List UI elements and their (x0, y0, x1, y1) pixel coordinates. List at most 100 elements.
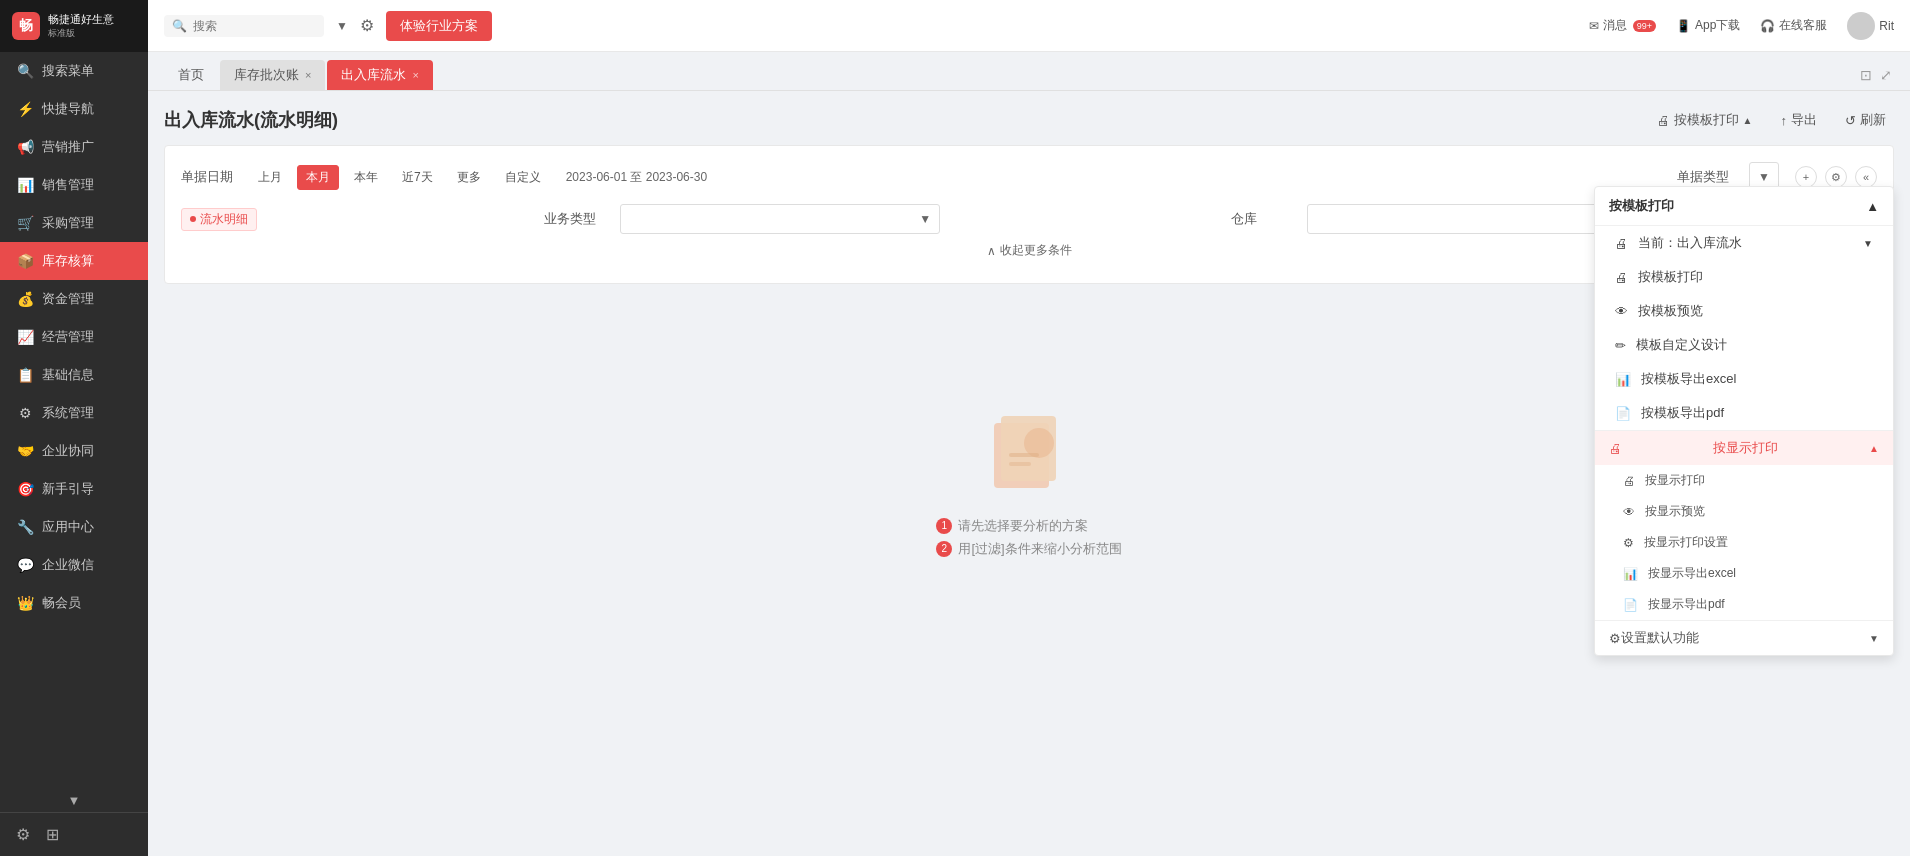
dp-default-func[interactable]: ⚙ 设置默认功能 ▼ (1595, 621, 1893, 655)
dp-template-pdf[interactable]: 📄 按模板导出pdf (1595, 396, 1893, 430)
sidebar-item-collab[interactable]: 🤝 企业协同 (0, 432, 148, 470)
filter-this-month[interactable]: 本月 (297, 165, 339, 190)
dp-header-title: 按模板打印 (1609, 197, 1674, 215)
sidebar-item-operation[interactable]: 📈 经营管理 (0, 318, 148, 356)
topbar-settings-icon[interactable]: ⚙ (360, 16, 374, 35)
filter-more[interactable]: 更多 (448, 165, 490, 190)
sidebar-item-apps[interactable]: 🔧 应用中心 (0, 508, 148, 546)
topbar: 🔍 ▼ ⚙ 体验行业方案 ✉ 消息 99+ 📱 App下载 🎧 在线客服 Rit (148, 0, 1910, 52)
dp-template-custom[interactable]: ✏ 模板自定义设计 (1595, 328, 1893, 362)
dp-template-print[interactable]: 🖨 按模板打印 (1595, 260, 1893, 294)
sidebar-item-basic[interactable]: 📋 基础信息 (0, 356, 148, 394)
dp-display-print-icon: 🖨 (1623, 474, 1635, 488)
sidebar-item-finance[interactable]: 💰 资金管理 (0, 280, 148, 318)
dp-template-excel[interactable]: 📊 按模板导出excel (1595, 362, 1893, 396)
sidebar-item-system[interactable]: ⚙ 系统管理 (0, 394, 148, 432)
warehouse-label: 仓库 (1231, 210, 1291, 228)
user-avatar-item[interactable]: Rit (1847, 12, 1894, 40)
app-download-icon: 📱 (1676, 19, 1691, 33)
dp-header: 按模板打印 ▲ (1595, 187, 1893, 226)
avatar (1847, 12, 1875, 40)
export-btn[interactable]: ↑ 导出 (1773, 107, 1826, 133)
dp-printer-icon: 🖨 (1615, 270, 1628, 285)
refresh-btn[interactable]: ↺ 刷新 (1837, 107, 1894, 133)
dp-display-print[interactable]: 🖨 按显示打印 (1595, 465, 1893, 496)
tab-batch-label: 库存批次账 (234, 66, 299, 84)
tag-label: 流水明细 (200, 211, 248, 228)
tab-flow-close[interactable]: × (412, 69, 418, 81)
biz-type-label: 业务类型 (544, 210, 604, 228)
dp-display-pdf-label: 按显示导出pdf (1648, 596, 1725, 613)
biz-type-select[interactable]: ▼ (620, 204, 940, 234)
tab-home-label: 首页 (178, 66, 204, 84)
dp-display-chevron: ▲ (1869, 443, 1879, 454)
sidebar-settings-icon[interactable]: ⚙ (16, 825, 30, 844)
topbar-dropdown-icon[interactable]: ▼ (336, 19, 348, 33)
finance-icon: 💰 (16, 291, 34, 307)
tab-flow[interactable]: 出入库流水 × (327, 60, 432, 90)
dp-display-preview-icon: 👁 (1623, 505, 1635, 519)
filter-this-year[interactable]: 本年 (345, 165, 387, 190)
sidebar-item-marketing[interactable]: 📢 营销推广 (0, 128, 148, 166)
add-filter-btn[interactable]: + (1795, 166, 1817, 188)
collab-icon: 🤝 (16, 443, 34, 459)
sidebar-label-search: 搜索菜单 (42, 62, 94, 80)
tab-maximize-icon[interactable]: ⤢ (1878, 65, 1894, 85)
dp-current-item[interactable]: 🖨 当前：出入库流水 ▼ (1595, 226, 1893, 260)
filter-custom[interactable]: 自定义 (496, 165, 550, 190)
message-label: 消息 (1603, 17, 1627, 34)
topbar-search-icon: 🔍 (172, 19, 187, 33)
sidebar-collapse-icon[interactable]: ⊞ (46, 825, 59, 844)
print-template-btn[interactable]: 🖨 按模板打印 ▲ (1649, 107, 1761, 133)
tab-batch-close[interactable]: × (305, 69, 311, 81)
sidebar-item-quicknav[interactable]: ⚡ 快捷导航 (0, 90, 148, 128)
warehouse-select[interactable]: ··· (1307, 204, 1627, 234)
filter-7days[interactable]: 近7天 (393, 165, 442, 190)
sidebar-item-guide[interactable]: 🎯 新手引导 (0, 470, 148, 508)
dp-display-section[interactable]: 🖨 按显示打印 ▲ (1595, 431, 1893, 465)
logo-name: 畅捷通好生意 (48, 12, 114, 26)
app-download-item[interactable]: 📱 App下载 (1676, 17, 1740, 34)
filter-last-month[interactable]: 上月 (249, 165, 291, 190)
sidebar-item-member[interactable]: 👑 畅会员 (0, 584, 148, 622)
flow-detail-tag[interactable]: 流水明细 (181, 208, 257, 231)
dp-display-preview[interactable]: 👁 按显示预览 (1595, 496, 1893, 527)
type-select-chevron: ▼ (1758, 170, 1770, 184)
tab-batch[interactable]: 库存批次账 × (220, 60, 325, 90)
sidebar-item-search[interactable]: 🔍 搜索菜单 (0, 52, 148, 90)
dp-display-pdf[interactable]: 📄 按显示导出pdf (1595, 589, 1893, 620)
dp-display-print-label: 按显示打印 (1645, 472, 1705, 489)
sidebar-label-operation: 经营管理 (42, 328, 94, 346)
industry-solution-button[interactable]: 体验行业方案 (386, 11, 492, 41)
topbar-search-input[interactable] (193, 19, 303, 33)
sidebar-item-inventory[interactable]: 📦 库存核算 (0, 242, 148, 280)
filter-settings-btn[interactable]: ⚙ (1825, 166, 1847, 188)
search-box: 🔍 (164, 15, 324, 37)
dp-display-excel[interactable]: 📊 按显示导出excel (1595, 558, 1893, 589)
page-title: 出入库流水(流水明细) (164, 108, 338, 132)
main-area: 🔍 ▼ ⚙ 体验行业方案 ✉ 消息 99+ 📱 App下载 🎧 在线客服 Rit (148, 0, 1910, 856)
tabs-bar: 首页 库存批次账 × 出入库流水 × ⊡ ⤢ (148, 52, 1910, 91)
sidebar-scroll-down[interactable]: ▼ (0, 789, 148, 812)
export-label: 导出 (1791, 111, 1817, 129)
system-icon: ⚙ (16, 405, 34, 421)
dp-header-chevron[interactable]: ▲ (1866, 199, 1879, 214)
dp-template-pdf-label: 按模板导出pdf (1641, 404, 1724, 422)
sidebar-item-sales[interactable]: 📊 销售管理 (0, 166, 148, 204)
tab-home[interactable]: 首页 (164, 60, 218, 90)
wechat-icon: 💬 (16, 557, 34, 573)
dp-excel-icon: 📊 (1615, 372, 1631, 387)
online-service-item[interactable]: 🎧 在线客服 (1760, 17, 1827, 34)
operation-icon: 📈 (16, 329, 34, 345)
tab-restore-icon[interactable]: ⊡ (1858, 65, 1874, 85)
svg-rect-3 (1009, 453, 1039, 457)
dp-display-settings[interactable]: ⚙ 按显示打印设置 (1595, 527, 1893, 558)
sidebar-item-purchase[interactable]: 🛒 采购管理 (0, 204, 148, 242)
dp-default-label: 设置默认功能 (1621, 629, 1699, 647)
messages-item[interactable]: ✉ 消息 99+ (1589, 17, 1656, 34)
tip-text-2: 用[过滤]条件来缩小分析范围 (958, 537, 1121, 560)
date-range-text: 2023-06-01 至 2023-06-30 (566, 169, 707, 186)
sidebar-item-wechat[interactable]: 💬 企业微信 (0, 546, 148, 584)
dp-template-preview[interactable]: 👁 按模板预览 (1595, 294, 1893, 328)
collapse-filters-btn[interactable]: « (1855, 166, 1877, 188)
